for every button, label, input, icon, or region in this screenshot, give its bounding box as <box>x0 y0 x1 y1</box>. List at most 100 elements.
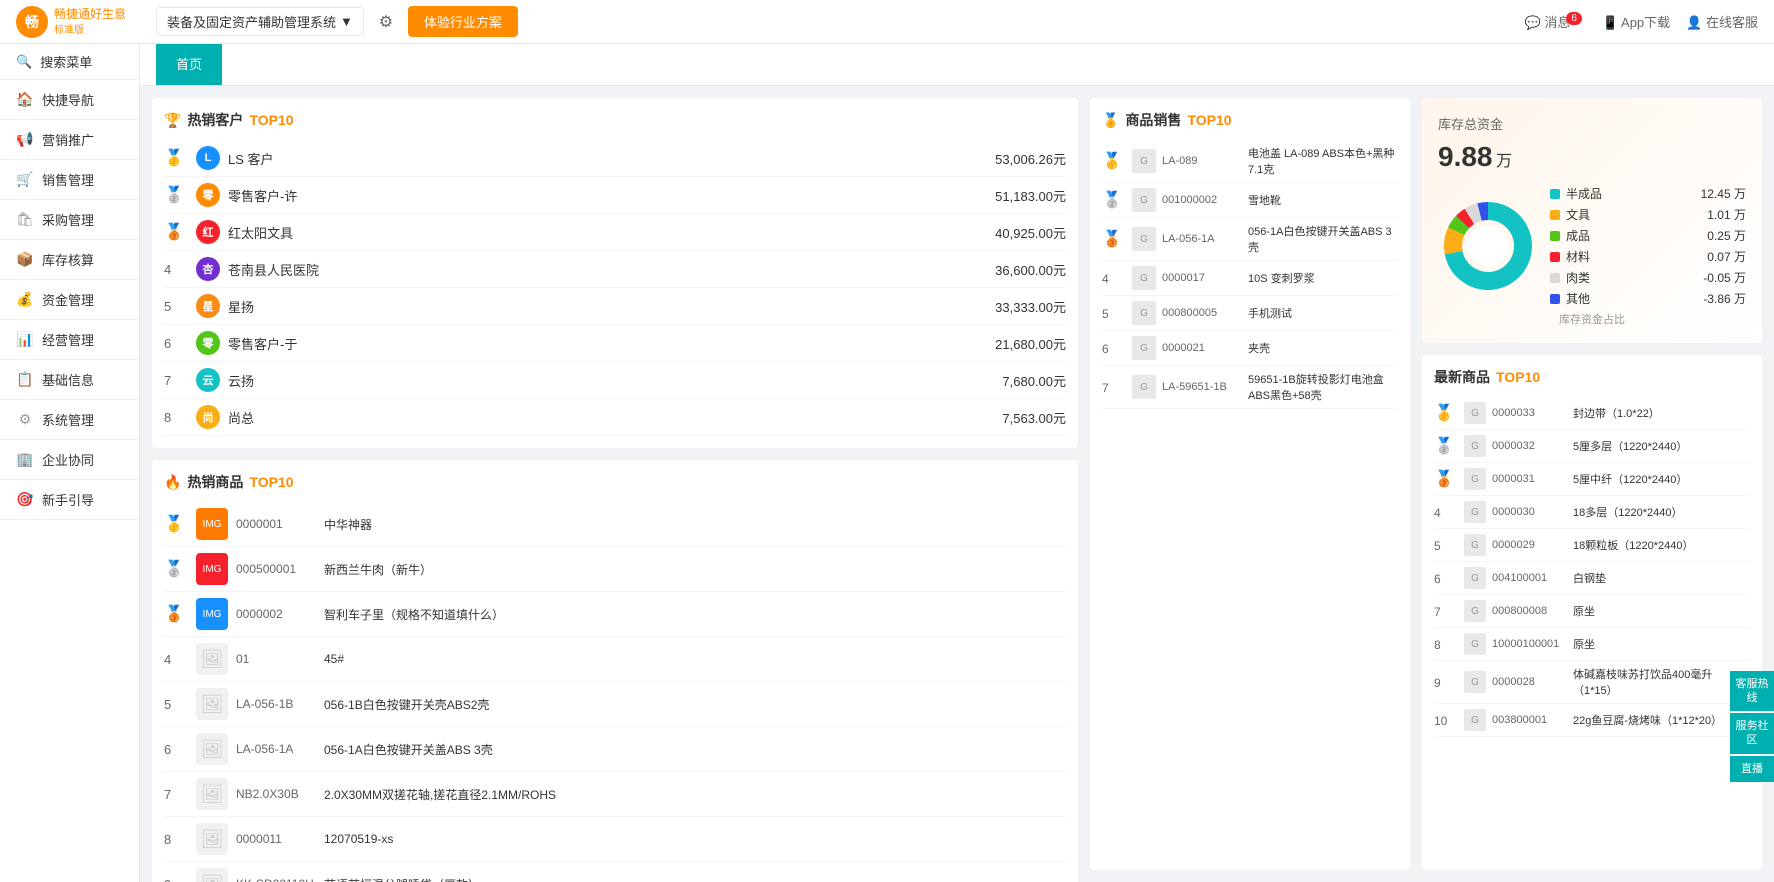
content-area: 首页 🏆 热销客户 TOP10 🥇 L LS 客户 53,006.26元 🥈 <box>140 44 1774 882</box>
right-section: 库存总资金 9.88 万 <box>1422 98 1762 870</box>
top-bar: 畅 畅捷通好生意 标准版 装备及固定资产辅助管理系统 ▼ ⚙ 体验行业方案 💬 … <box>0 0 1774 44</box>
top-bar-center: 装备及固定资产辅助管理系统 ▼ ⚙ 体验行业方案 <box>156 6 1525 37</box>
hot-product-row: 🥇 IMG 0000001 中华神器 <box>164 502 1066 547</box>
inventory-total-label: 库存总资金 <box>1438 114 1746 133</box>
sale-row: 7 G LA-59651-1B 59651-1B旋转投影灯电池盒ABS黑色+58… <box>1102 366 1398 409</box>
sidebar-item-quick-nav[interactable]: 🏠 快捷导航 <box>0 80 139 120</box>
newest-products-badge: TOP10 <box>1496 369 1540 385</box>
hot-product-row: 7 🖼 NB2.0X30B 2.0X30MM双搓花轴,搓花直径2.1MM/ROH… <box>164 772 1066 817</box>
customer-rank-table: 🥇 L LS 客户 53,006.26元 🥈 零 零售客户-许 51,183.0… <box>164 140 1066 436</box>
new-product-row: 🥇 G 0000033 封边带（1.0*22） <box>1434 397 1750 430</box>
sidebar-item-system[interactable]: ⚙ 系统管理 <box>0 400 139 440</box>
home-icon: 🏠 <box>16 91 34 109</box>
legend-item-semi: 半成品 12.45 万 <box>1550 185 1746 202</box>
sidebar-search[interactable]: 🔍 搜索菜单 <box>0 44 139 80</box>
search-icon: 🔍 <box>16 54 32 70</box>
sidebar-item-inventory[interactable]: 📦 库存核算 <box>0 240 139 280</box>
sidebar-item-enterprise[interactable]: 🏢 企业协同 <box>0 440 139 480</box>
trial-button[interactable]: 体验行业方案 <box>408 6 518 37</box>
customer-rank-row: 🥈 零 零售客户-许 51,183.00元 <box>164 177 1066 214</box>
main-layout: 🔍 搜索菜单 🏠 快捷导航 📢 营销推广 🛒 销售管理 🛍 采购管理 📦 库存核… <box>0 44 1774 882</box>
logo-sub: 标准版 <box>54 21 126 36</box>
product-sales-panel: 🏅 商品销售 TOP10 🥇 G LA-089 电池盖 LA-089 ABS本色… <box>1090 98 1410 870</box>
system-select[interactable]: 装备及固定资产辅助管理系统 ▼ <box>156 7 364 36</box>
sidebar-item-guide[interactable]: 🎯 新手引导 <box>0 480 139 520</box>
new-product-row: 10 G 003800001 22g鱼豆腐-烧烤味（1*12*20） <box>1434 704 1750 737</box>
service-btn[interactable]: 👤 在线客服 <box>1686 12 1758 31</box>
top-bar-right: 💬 消息6 📱 App下载 👤 在线客服 <box>1525 12 1758 31</box>
hot-products-list: 🥇 IMG 0000001 中华神器 🥈 IMG 000500001 新西兰牛肉… <box>164 502 1066 882</box>
hot-product-row: 4 🖼 01 45# <box>164 637 1066 682</box>
new-product-row: 9 G 0000028 体碱嘉枝味苏打饮品400毫升（1*15） <box>1434 661 1750 704</box>
message-btn[interactable]: 💬 消息6 <box>1525 12 1586 31</box>
new-product-row: 🥉 G 0000031 5厘中纤（1220*2440） <box>1434 463 1750 496</box>
inventory-icon: 📦 <box>16 251 34 269</box>
enterprise-icon: 🏢 <box>16 451 34 469</box>
newest-products-list: 🥇 G 0000033 封边带（1.0*22） 🥈 G 0000032 5厘多层… <box>1434 397 1750 737</box>
inventory-amount: 9.88 <box>1438 141 1493 172</box>
live-btn[interactable]: 直播 <box>1730 756 1774 782</box>
new-product-row: 6 G 004100001 白钢垫 <box>1434 562 1750 595</box>
chart-legend: 半成品 12.45 万 文具 1.01 万 成品 0.25 万 材料 0.07 … <box>1550 185 1746 307</box>
customer-rank-row: 🥉 红 红太阳文具 40,925.00元 <box>164 214 1066 251</box>
customer-rank-row: 🥇 L LS 客户 53,006.26元 <box>164 140 1066 177</box>
sidebar-item-purchase[interactable]: 🛍 采购管理 <box>0 200 139 240</box>
logo-icon: 畅 <box>16 6 48 38</box>
medal-icon: 🏅 <box>1102 112 1119 129</box>
sale-row: 🥇 G LA-089 电池盖 LA-089 ABS本色+黑种 7.1克 <box>1102 140 1398 183</box>
new-product-row: 5 G 0000029 18颗粒板（1220*2440） <box>1434 529 1750 562</box>
hotline-btn[interactable]: 客服热线 <box>1730 671 1774 712</box>
community-btn[interactable]: 服务社区 <box>1730 713 1774 754</box>
hot-products-panel: 🔥 热销商品 TOP10 🥇 IMG 0000001 中华神器 🥈 IMG 00… <box>152 460 1078 882</box>
product-sales-badge: TOP10 <box>1187 112 1231 128</box>
logo-text: 畅捷通好生意 <box>54 7 126 21</box>
guide-icon: 🎯 <box>16 491 34 509</box>
legend-item-meat: 肉类 -0.05 万 <box>1550 269 1746 286</box>
new-product-row: 4 G 0000030 18多层（1220*2440） <box>1434 496 1750 529</box>
legend-item-other: 其他 -3.86 万 <box>1550 290 1746 307</box>
sidebar-item-operations[interactable]: 📊 经营管理 <box>0 320 139 360</box>
left-section: 🏆 热销客户 TOP10 🥇 L LS 客户 53,006.26元 🥈 零 零售… <box>152 98 1078 870</box>
hot-product-row: 8 🖼 0000011 12070519-xs <box>164 817 1066 862</box>
hot-product-row: 5 🖼 LA-056-1B 056-1B白色按键开关壳ABS2壳 <box>164 682 1066 727</box>
inventory-unit: 万 <box>1496 153 1512 170</box>
legend-item-stationery: 文具 1.01 万 <box>1550 206 1746 223</box>
product-sales-title: 🏅 商品销售 TOP10 <box>1102 110 1398 130</box>
marketing-icon: 📢 <box>16 131 34 149</box>
middle-section: 🏅 商品销售 TOP10 🥇 G LA-089 电池盖 LA-089 ABS本色… <box>1090 98 1410 870</box>
nav-tabs: 首页 <box>140 44 1774 86</box>
hot-products-badge: TOP10 <box>249 474 293 490</box>
system-icon: ⚙ <box>16 411 34 429</box>
content-inner: 🏆 热销客户 TOP10 🥇 L LS 客户 53,006.26元 🥈 零 零售… <box>140 86 1774 882</box>
sidebar-item-finance[interactable]: 💰 资金管理 <box>0 280 139 320</box>
chart-title: 库存资金占比 <box>1438 311 1746 327</box>
sale-row: 5 G 000800005 手机测试 <box>1102 296 1398 331</box>
trophy-icon: 🏆 <box>164 112 181 129</box>
customer-top10-panel: 🏆 热销客户 TOP10 🥇 L LS 客户 53,006.26元 🥈 零 零售… <box>152 98 1078 448</box>
donut-chart <box>1438 196 1538 296</box>
hot-product-row: 🥈 IMG 000500001 新西兰牛肉（新牛） <box>164 547 1066 592</box>
newest-products-panel: 最新商品 TOP10 🥇 G 0000033 封边带（1.0*22） 🥈 G 0… <box>1422 355 1762 870</box>
sidebar-item-basic[interactable]: 📋 基础信息 <box>0 360 139 400</box>
tab-home[interactable]: 首页 <box>156 44 222 85</box>
sidebar-item-marketing[interactable]: 📢 营销推广 <box>0 120 139 160</box>
sale-row: 🥈 G 001000002 雪地靴 <box>1102 183 1398 218</box>
gear-button[interactable]: ⚙ <box>372 8 400 36</box>
float-service: 客服热线 服务社区 直播 <box>1730 671 1774 782</box>
customer-rank-row: 5 星 星扬 33,333.00元 <box>164 288 1066 325</box>
customer-rank-row: 7 云 云扬 7,680.00元 <box>164 362 1066 399</box>
fire-icon: 🔥 <box>164 474 181 491</box>
new-product-row: 🥈 G 0000032 5厘多层（1220*2440） <box>1434 430 1750 463</box>
sale-row: 🥉 G LA-056-1A 056-1A白色按键开关盖ABS 3壳 <box>1102 218 1398 261</box>
app-download-btn[interactable]: 📱 App下载 <box>1602 12 1670 31</box>
chevron-down-icon: ▼ <box>340 14 353 29</box>
logo-area: 畅 畅捷通好生意 标准版 <box>16 6 156 38</box>
sales-icon: 🛒 <box>16 171 34 189</box>
new-product-row: 7 G 000800008 原坐 <box>1434 595 1750 628</box>
customer-top10-badge: TOP10 <box>249 112 293 128</box>
legend-item-product: 成品 0.25 万 <box>1550 227 1746 244</box>
hot-product-row: 9 🖼 KK-SD22110H 花语萌恒温分腿睡袋（厚款） <box>164 862 1066 882</box>
sale-row: 4 G 0000017 10S 变刺罗浆 <box>1102 261 1398 296</box>
customer-panel-title: 🏆 热销客户 TOP10 <box>164 110 1066 130</box>
sidebar-item-sales[interactable]: 🛒 销售管理 <box>0 160 139 200</box>
